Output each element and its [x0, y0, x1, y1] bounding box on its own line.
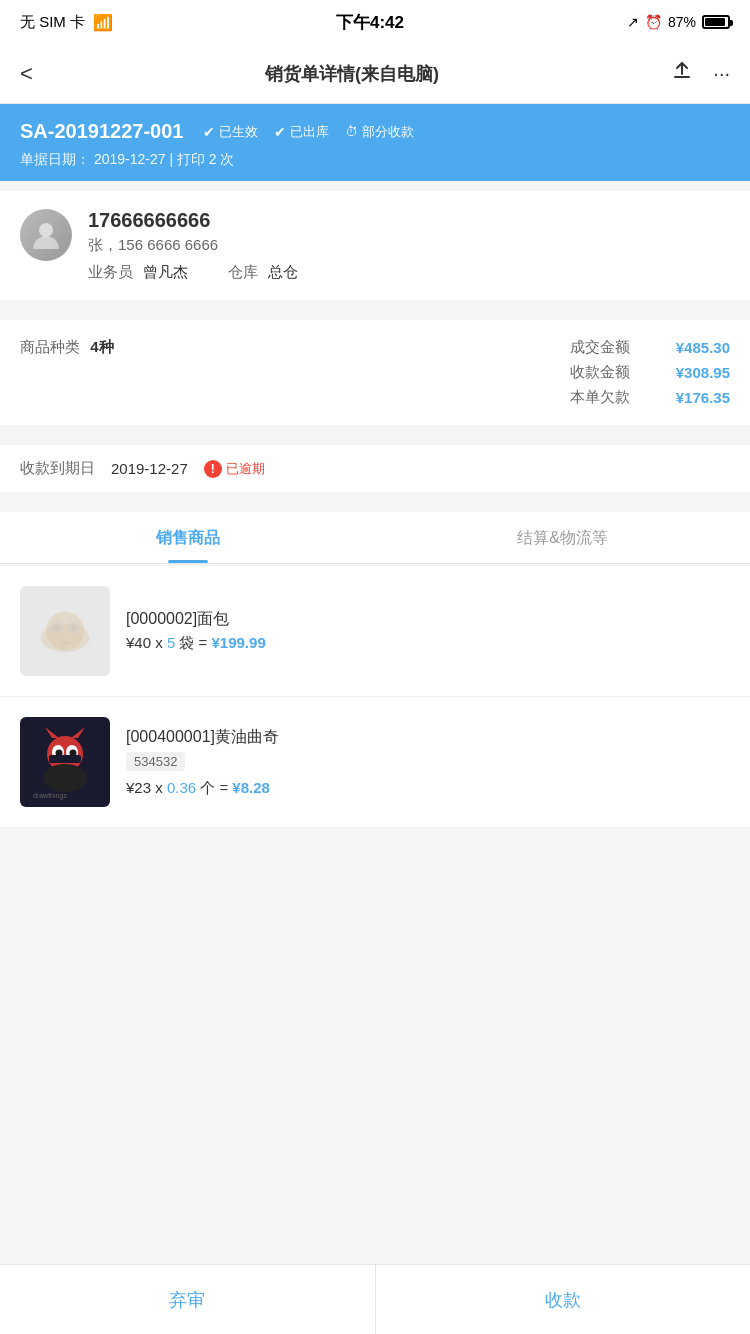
- svg-point-0: [39, 223, 53, 237]
- sales-person: 曾凡杰: [143, 263, 188, 280]
- sales-meta: 业务员 曾凡杰: [88, 263, 188, 282]
- header-banner: SA-20191227-001 ✔ 已生效 ✔ 已出库 ⏱ 部分收款 单据日期：…: [0, 104, 750, 181]
- product-name-bread: [0000002]面包: [126, 609, 730, 630]
- product-image-cookie: drawthings: [20, 717, 110, 807]
- overdue-badge: ! 已逾期: [204, 460, 265, 478]
- collected-row: 收款金额 ¥308.95: [570, 363, 730, 382]
- deal-amount-value: ¥485.30: [650, 339, 730, 356]
- badge-partial: ⏱ 部分收款: [345, 123, 414, 141]
- deal-amount-label: 成交金额: [570, 338, 630, 357]
- due-label: 收款到期日: [20, 459, 95, 478]
- owed-value: ¥176.35: [650, 389, 730, 406]
- svg-point-6: [70, 624, 77, 631]
- page-title: 销货单详情(来自电脑): [265, 62, 439, 86]
- product-name-cookie: [000400001]黄油曲奇: [126, 727, 730, 748]
- svg-text:drawthings: drawthings: [33, 792, 67, 800]
- product-item: [0000002]面包 ¥40 x 5 袋 = ¥199.99: [0, 566, 750, 697]
- products-list: [0000002]面包 ¥40 x 5 袋 = ¥199.99: [0, 566, 750, 828]
- customer-section: 17666666666 张，156 6666 6666 业务员 曾凡杰 仓库 总…: [0, 191, 750, 300]
- clock-icon: ⏱: [345, 124, 358, 139]
- abandon-label: 弃审: [169, 1288, 205, 1312]
- order-date: 2019-12-27: [94, 151, 166, 167]
- warehouse-value: 总仓: [268, 263, 298, 280]
- stats-right: 成交金额 ¥485.30 收款金额 ¥308.95 本单欠款 ¥176.35: [570, 338, 730, 407]
- overdue-text: 已逾期: [226, 460, 265, 478]
- collect-button[interactable]: 收款: [376, 1265, 751, 1334]
- share-button[interactable]: [671, 60, 693, 87]
- due-date-value: 2019-12-27: [111, 460, 188, 477]
- alarm-icon: ⏰: [645, 14, 662, 30]
- bottom-bar: 弃审 收款: [0, 1264, 750, 1334]
- product-qty-cookie: 0.36: [167, 779, 196, 796]
- nav-bar: < 销货单详情(来自电脑) ···: [0, 44, 750, 104]
- stats-section: 商品种类 4种 成交金额 ¥485.30 收款金额 ¥308.95 本单欠款 ¥…: [0, 320, 750, 425]
- product-price-cookie: ¥23 x 0.36 个 = ¥8.28: [126, 779, 730, 798]
- deal-amount-row: 成交金额 ¥485.30: [570, 338, 730, 357]
- sales-label: 业务员: [88, 263, 133, 280]
- overdue-icon: !: [204, 460, 222, 478]
- tab-sales-products[interactable]: 销售商品: [0, 512, 375, 563]
- svg-point-9: [43, 764, 87, 792]
- product-item-cookie: drawthings [000400001]黄油曲奇 534532 ¥23 x …: [0, 697, 750, 828]
- product-qty-bread: 5: [167, 634, 175, 651]
- collected-label: 收款金额: [570, 363, 630, 382]
- order-id: SA-20191227-001: [20, 120, 183, 143]
- svg-rect-14: [49, 755, 81, 763]
- svg-point-5: [53, 624, 60, 631]
- check-icon1: ✔: [203, 124, 215, 140]
- product-total-cookie: ¥8.28: [232, 779, 270, 796]
- product-total-bread: ¥199.99: [212, 634, 266, 651]
- status-bar: 无 SIM 卡 📶 下午4:42 ↗ ⏰ 87%: [0, 0, 750, 44]
- owed-row: 本单欠款 ¥176.35: [570, 388, 730, 407]
- product-image-bread: [20, 586, 110, 676]
- date-label: 单据日期：: [20, 151, 90, 167]
- status-right: ↗ ⏰ 87%: [627, 14, 730, 30]
- carrier-text: 无 SIM 卡: [20, 13, 85, 32]
- collected-value: ¥308.95: [650, 364, 730, 381]
- product-batch-cookie: 534532: [126, 752, 185, 771]
- print-info: | 打印 2 次: [169, 151, 234, 167]
- collect-label: 收款: [545, 1288, 581, 1312]
- check-icon2: ✔: [274, 124, 286, 140]
- due-section: 收款到期日 2019-12-27 ! 已逾期: [0, 445, 750, 492]
- tab-settlement[interactable]: 结算&物流等: [375, 512, 750, 563]
- avatar: [20, 209, 72, 261]
- product-details-bread: [0000002]面包 ¥40 x 5 袋 = ¥199.99: [126, 609, 730, 653]
- customer-meta: 业务员 曾凡杰 仓库 总仓: [88, 263, 730, 282]
- wifi-icon: 📶: [93, 13, 113, 32]
- banner-badges: ✔ 已生效 ✔ 已出库 ⏱ 部分收款: [203, 123, 414, 141]
- tabs-section: 销售商品 结算&物流等: [0, 512, 750, 564]
- badge-active: ✔ 已生效: [203, 123, 258, 141]
- nav-actions: ···: [671, 60, 730, 87]
- location-icon: ↗: [627, 14, 639, 30]
- badge-shipped: ✔ 已出库: [274, 123, 329, 141]
- type-count: 4种: [90, 338, 113, 355]
- product-price-bread: ¥40 x 5 袋 = ¥199.99: [126, 634, 730, 653]
- banner-row1: SA-20191227-001 ✔ 已生效 ✔ 已出库 ⏱ 部分收款: [20, 120, 730, 143]
- stats-left: 商品种类 4种: [20, 338, 114, 357]
- product-details-cookie: [000400001]黄油曲奇 534532 ¥23 x 0.36 个 = ¥8…: [126, 727, 730, 798]
- status-time: 下午4:42: [336, 11, 404, 34]
- abandon-button[interactable]: 弃审: [0, 1265, 376, 1334]
- battery-icon: [702, 15, 730, 29]
- warehouse-label: 仓库: [228, 263, 258, 280]
- warehouse-meta: 仓库 总仓: [228, 263, 298, 282]
- type-label: 商品种类: [20, 338, 80, 355]
- back-button[interactable]: <: [20, 61, 33, 87]
- battery-percent: 87%: [668, 14, 696, 30]
- owed-label: 本单欠款: [570, 388, 630, 407]
- customer-name: 17666666666: [88, 209, 730, 232]
- customer-contact: 张，156 6666 6666: [88, 236, 730, 255]
- customer-info: 17666666666 张，156 6666 6666 业务员 曾凡杰 仓库 总…: [88, 209, 730, 282]
- status-left: 无 SIM 卡 📶: [20, 13, 113, 32]
- more-button[interactable]: ···: [713, 62, 730, 85]
- svg-point-2: [41, 624, 90, 652]
- banner-row2: 单据日期： 2019-12-27 | 打印 2 次: [20, 151, 730, 169]
